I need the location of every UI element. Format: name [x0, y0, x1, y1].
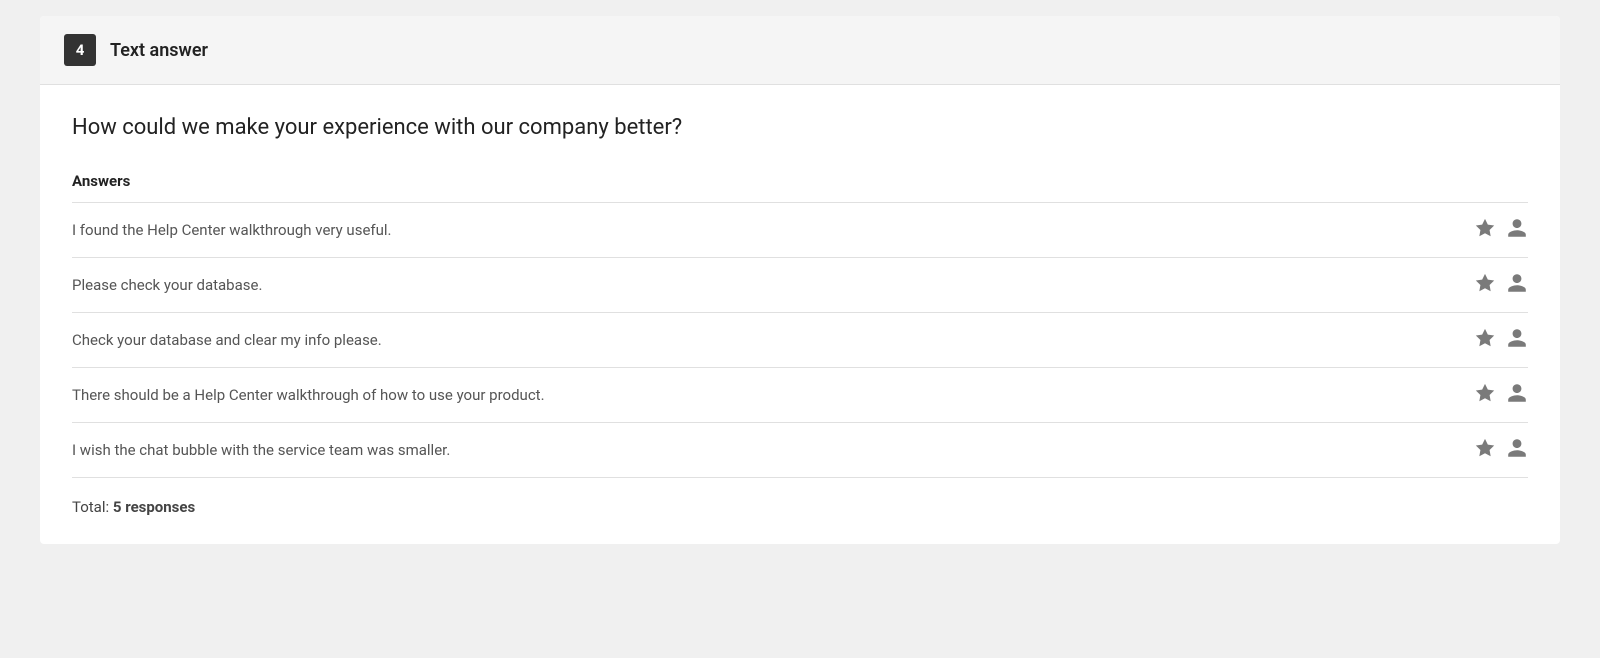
answer-text: Please check your database. [72, 274, 1454, 297]
answer-actions [1474, 437, 1528, 463]
answer-text: I wish the chat bubble with the service … [72, 439, 1454, 462]
answer-text: I found the Help Center walkthrough very… [72, 219, 1454, 242]
total-label: Total: [72, 498, 109, 516]
answer-actions [1474, 382, 1528, 408]
person-icon[interactable] [1506, 382, 1528, 408]
card-header: 4 Text answer [40, 16, 1560, 85]
list-item: I wish the chat bubble with the service … [72, 422, 1528, 478]
card-body: How could we make your experience with o… [40, 85, 1560, 544]
list-item: Check your database and clear my info pl… [72, 312, 1528, 367]
total-value: 5 responses [113, 498, 195, 516]
star-icon[interactable] [1474, 327, 1496, 353]
answer-actions [1474, 272, 1528, 298]
star-icon[interactable] [1474, 217, 1496, 243]
question-number: 4 [64, 34, 96, 66]
list-item: I found the Help Center walkthrough very… [72, 202, 1528, 257]
question-type-label: Text answer [110, 40, 208, 61]
answer-text: There should be a Help Center walkthroug… [72, 384, 1454, 407]
survey-card: 4 Text answer How could we make your exp… [40, 16, 1560, 544]
star-icon[interactable] [1474, 437, 1496, 463]
answer-text: Check your database and clear my info pl… [72, 329, 1454, 352]
list-item: Please check your database. [72, 257, 1528, 312]
star-icon[interactable] [1474, 382, 1496, 408]
person-icon[interactable] [1506, 327, 1528, 353]
question-text: How could we make your experience with o… [72, 113, 1528, 144]
person-icon[interactable] [1506, 437, 1528, 463]
person-icon[interactable] [1506, 217, 1528, 243]
total-text: Total: 5 responses [72, 498, 1528, 516]
star-icon[interactable] [1474, 272, 1496, 298]
list-item: There should be a Help Center walkthroug… [72, 367, 1528, 422]
answers-list: I found the Help Center walkthrough very… [72, 202, 1528, 478]
answer-actions [1474, 217, 1528, 243]
answers-label: Answers [72, 172, 1528, 190]
person-icon[interactable] [1506, 272, 1528, 298]
answer-actions [1474, 327, 1528, 353]
